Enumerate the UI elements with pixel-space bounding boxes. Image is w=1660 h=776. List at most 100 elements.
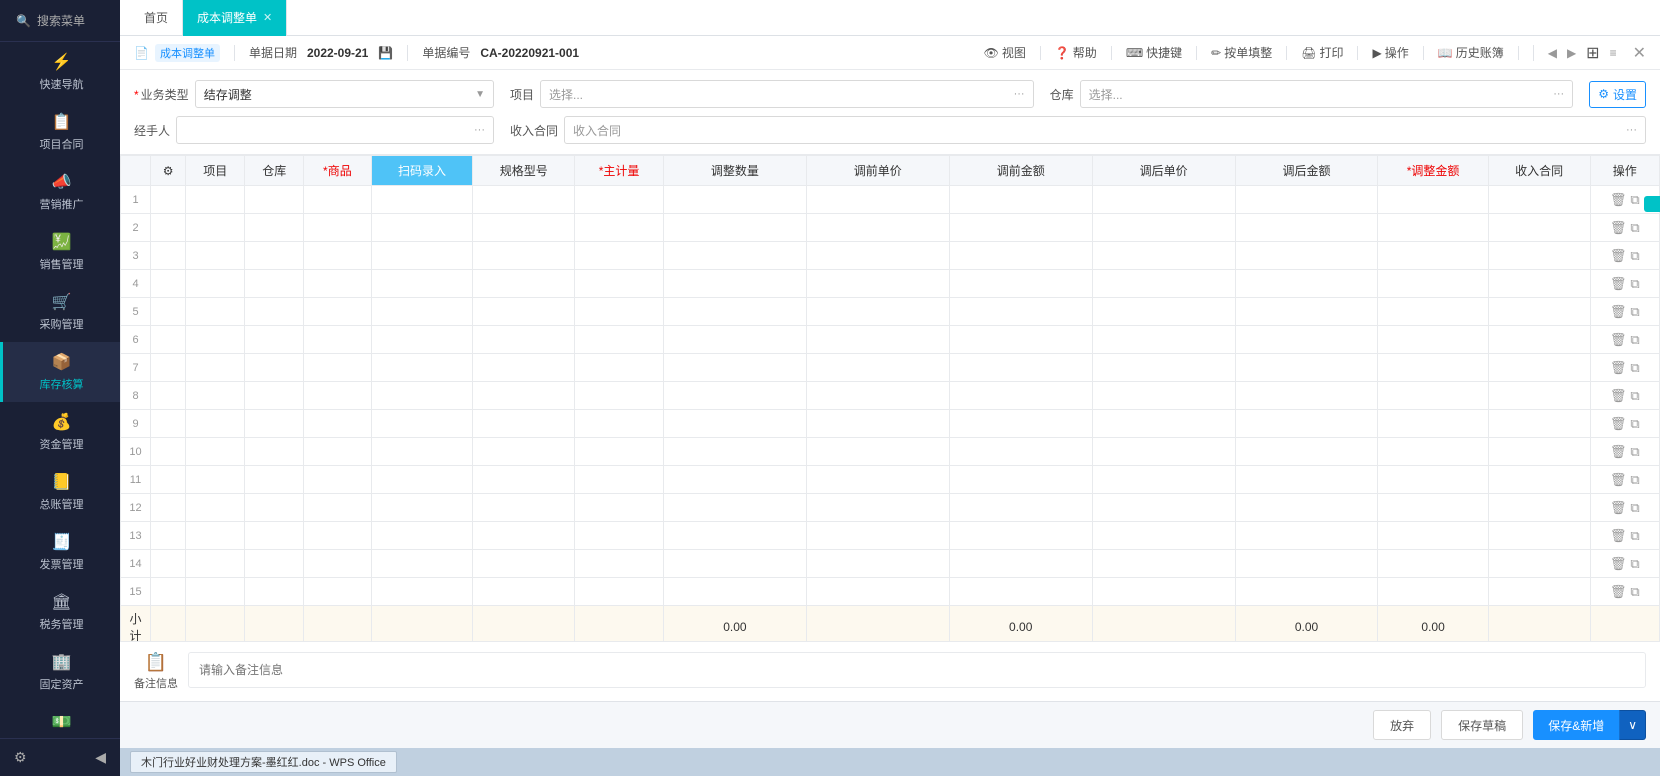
cell-after_amount-3[interactable] [1235, 242, 1378, 270]
cell-spec-8[interactable] [473, 382, 575, 410]
cell-income_contract-9[interactable] [1488, 410, 1590, 438]
cell-warehouse-2[interactable] [245, 214, 304, 242]
cell-actions-11[interactable]: 🗑⧉ [1590, 466, 1660, 494]
cell-income_contract-7[interactable] [1488, 354, 1590, 382]
cell-prev_price-12[interactable] [806, 494, 949, 522]
cell-prev_price-2[interactable] [806, 214, 949, 242]
cell-after_price-15[interactable] [1092, 578, 1235, 606]
cell-spec-9[interactable] [473, 410, 575, 438]
cell-unit-3[interactable] [575, 242, 664, 270]
cell-scan-13[interactable] [371, 522, 473, 550]
cell-warehouse-10[interactable] [245, 438, 304, 466]
cell-spec-10[interactable] [473, 438, 575, 466]
cell-adj_qty-9[interactable] [663, 410, 806, 438]
list-view-icon[interactable]: ≡ [1610, 46, 1617, 60]
cell-prev_price-13[interactable] [806, 522, 949, 550]
cell-project-9[interactable] [186, 410, 245, 438]
cell-product-2[interactable] [304, 214, 371, 242]
cell-product-12[interactable] [304, 494, 371, 522]
row-copy-4[interactable]: ⧉ [1630, 276, 1639, 292]
row-delete-14[interactable]: 🗑 [1610, 556, 1627, 572]
cell-spec-13[interactable] [473, 522, 575, 550]
cell-adj_qty-4[interactable] [663, 270, 806, 298]
cell-unit-13[interactable] [575, 522, 664, 550]
row-delete-4[interactable]: 🗑 [1610, 276, 1627, 292]
cell-project-11[interactable] [186, 466, 245, 494]
tab-cost-adjust[interactable]: 成本调整单✕ [183, 0, 287, 36]
cell-warehouse-3[interactable] [245, 242, 304, 270]
cell-spec-14[interactable] [473, 550, 575, 578]
cell-prev_amount-3[interactable] [949, 242, 1092, 270]
cell-income_contract-5[interactable] [1488, 298, 1590, 326]
cell-adj_amount-7[interactable] [1378, 354, 1488, 382]
cell-prev_amount-15[interactable] [949, 578, 1092, 606]
cell-product-8[interactable] [304, 382, 371, 410]
cell-adj_amount-8[interactable] [1378, 382, 1488, 410]
cell-after_price-13[interactable] [1092, 522, 1235, 550]
cell-unit-8[interactable] [575, 382, 664, 410]
cell-unit-7[interactable] [575, 354, 664, 382]
project-input[interactable]: 选择... ··· [540, 80, 1034, 108]
cell-project-13[interactable] [186, 522, 245, 550]
cell-scan-10[interactable] [371, 438, 473, 466]
cell-after_price-8[interactable] [1092, 382, 1235, 410]
cell-after_price-2[interactable] [1092, 214, 1235, 242]
cell-project-14[interactable] [186, 550, 245, 578]
cell-settings-5[interactable] [151, 298, 186, 326]
cell-scan-6[interactable] [371, 326, 473, 354]
sidebar-item-sales-mgmt[interactable]: 💹销售管理 [0, 222, 120, 282]
cell-after_amount-6[interactable] [1235, 326, 1378, 354]
cell-project-6[interactable] [186, 326, 245, 354]
cell-income_contract-3[interactable] [1488, 242, 1590, 270]
cell-settings-7[interactable] [151, 354, 186, 382]
cell-income_contract-8[interactable] [1488, 382, 1590, 410]
discard-button[interactable]: 放弃 [1373, 710, 1431, 740]
toolbar-print-button[interactable]: 🖨打印 [1295, 42, 1349, 63]
cell-unit-14[interactable] [575, 550, 664, 578]
cell-after_amount-12[interactable] [1235, 494, 1378, 522]
row-copy-2[interactable]: ⧉ [1630, 220, 1639, 236]
cell-income_contract-11[interactable] [1488, 466, 1590, 494]
cell-prev_amount-5[interactable] [949, 298, 1092, 326]
cell-unit-6[interactable] [575, 326, 664, 354]
cell-unit-15[interactable] [575, 578, 664, 606]
cell-warehouse-15[interactable] [245, 578, 304, 606]
cell-adj_amount-2[interactable] [1378, 214, 1488, 242]
search-menu-button[interactable]: 🔍 搜索菜单 [10, 8, 110, 33]
cell-prev_price-11[interactable] [806, 466, 949, 494]
sidebar-item-payroll[interactable]: 💵工资 [0, 702, 120, 738]
cell-warehouse-1[interactable] [245, 186, 304, 214]
cell-income_contract-2[interactable] [1488, 214, 1590, 242]
cell-unit-1[interactable] [575, 186, 664, 214]
cell-product-14[interactable] [304, 550, 371, 578]
cell-after_amount-13[interactable] [1235, 522, 1378, 550]
cell-actions-12[interactable]: 🗑⧉ [1590, 494, 1660, 522]
row-copy-10[interactable]: ⧉ [1630, 444, 1639, 460]
cell-unit-2[interactable] [575, 214, 664, 242]
cell-adj_qty-2[interactable] [663, 214, 806, 242]
cell-product-11[interactable] [304, 466, 371, 494]
cell-settings-13[interactable] [151, 522, 186, 550]
cell-settings-1[interactable] [151, 186, 186, 214]
cell-settings-3[interactable] [151, 242, 186, 270]
cell-prev_price-5[interactable] [806, 298, 949, 326]
cell-prev_amount-8[interactable] [949, 382, 1092, 410]
sidebar-item-invoice-mgmt[interactable]: 🧾发票管理 [0, 522, 120, 582]
cell-spec-3[interactable] [473, 242, 575, 270]
cell-actions-4[interactable]: 🗑⧉ [1590, 270, 1660, 298]
sidebar-item-purchase-mgmt[interactable]: 🛒采购管理 [0, 282, 120, 342]
cell-product-3[interactable] [304, 242, 371, 270]
cell-adj_amount-13[interactable] [1378, 522, 1488, 550]
cell-adj_qty-11[interactable] [663, 466, 806, 494]
cell-after_price-6[interactable] [1092, 326, 1235, 354]
cell-scan-5[interactable] [371, 298, 473, 326]
cell-actions-2[interactable]: 🗑⧉ [1590, 214, 1660, 242]
sidebar-item-sales-promo[interactable]: 📣营销推广 [0, 162, 120, 222]
cell-spec-1[interactable] [473, 186, 575, 214]
cell-after_price-7[interactable] [1092, 354, 1235, 382]
row-delete-1[interactable]: 🗑 [1610, 192, 1627, 208]
cell-project-2[interactable] [186, 214, 245, 242]
cell-after_amount-8[interactable] [1235, 382, 1378, 410]
cell-prev_price-14[interactable] [806, 550, 949, 578]
handler-input[interactable]: ··· [176, 116, 494, 144]
